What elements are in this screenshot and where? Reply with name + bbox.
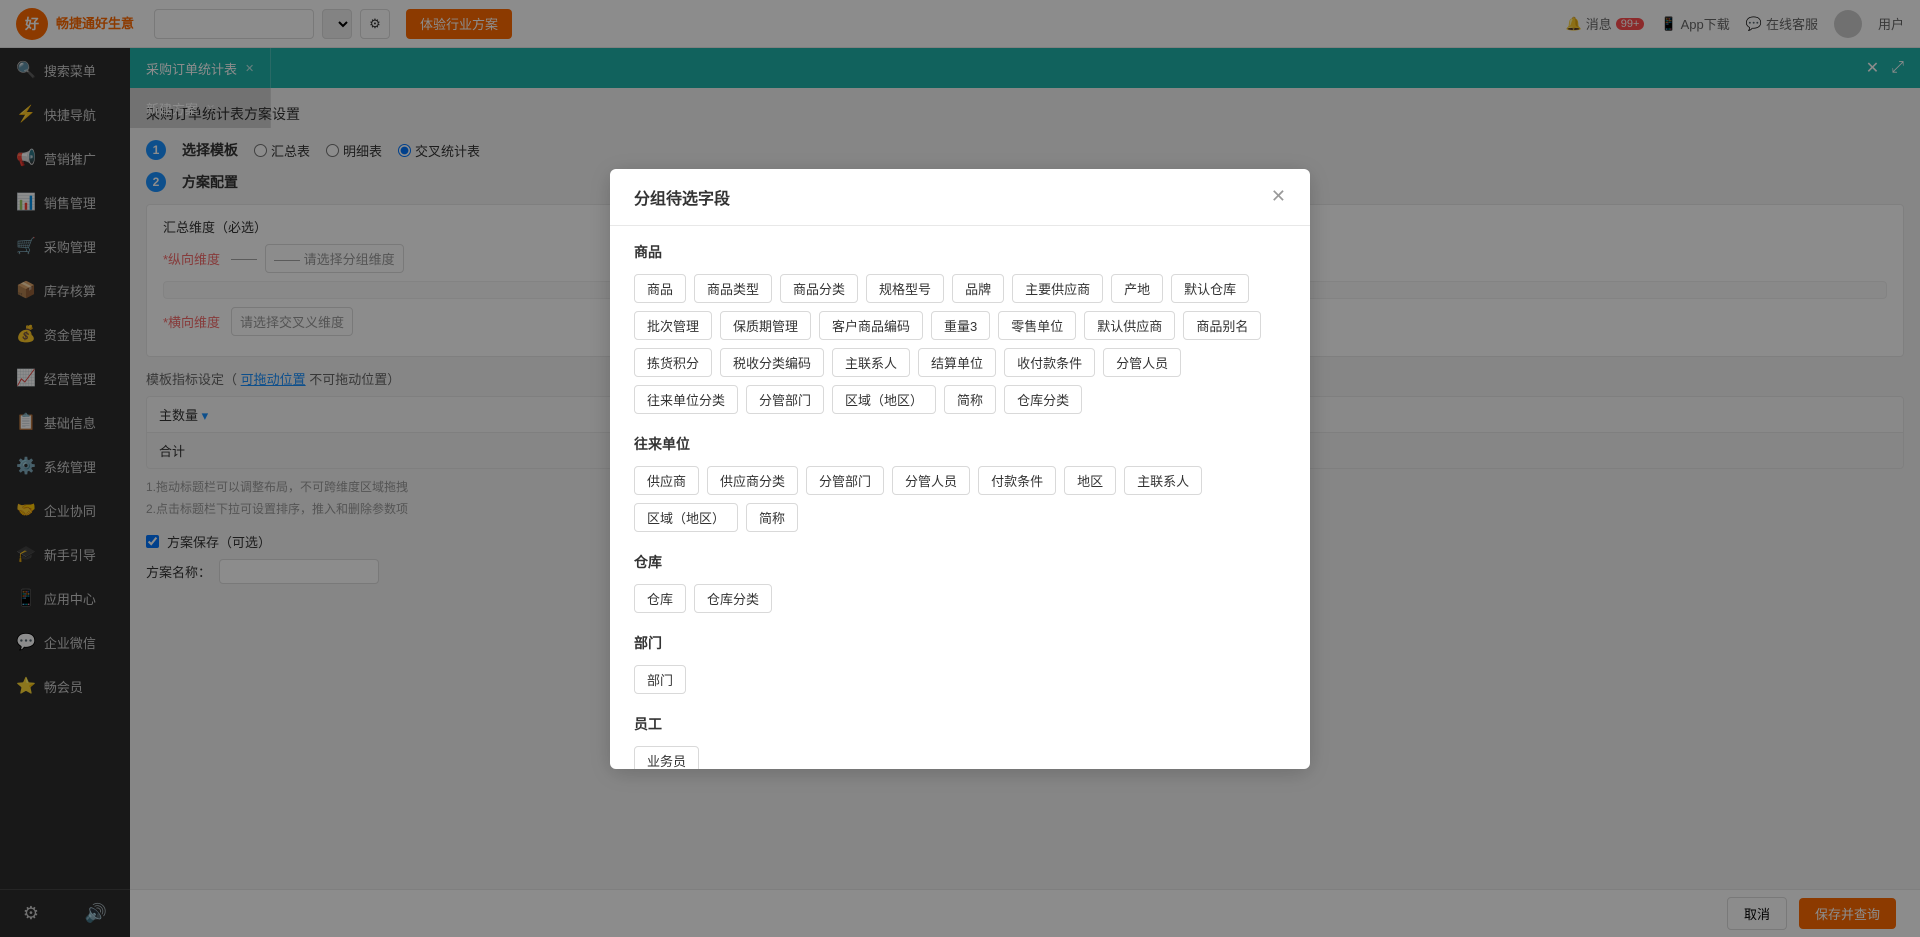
field-tag[interactable]: 分管部门 (746, 385, 824, 414)
field-tag[interactable]: 主联系人 (1124, 466, 1202, 495)
field-tag[interactable]: 部门 (634, 665, 686, 694)
field-tag[interactable]: 收付款条件 (1004, 348, 1095, 377)
field-tag[interactable]: 税收分类编码 (720, 348, 824, 377)
field-tag[interactable]: 默认供应商 (1084, 311, 1175, 340)
field-tag[interactable]: 仓库分类 (694, 584, 772, 613)
group-title-商品: 商品 (634, 242, 1286, 262)
field-tag[interactable]: 分管人员 (1103, 348, 1181, 377)
field-tags-员工: 业务员 (634, 746, 1286, 769)
field-tag[interactable]: 批次管理 (634, 311, 712, 340)
field-tag[interactable]: 仓库 (634, 584, 686, 613)
field-tags-部门: 部门 (634, 665, 1286, 694)
field-group-商品: 商品商品商品类型商品分类规格型号品牌主要供应商产地默认仓库批次管理保质期管理客户… (634, 242, 1286, 414)
field-tag[interactable]: 往来单位分类 (634, 385, 738, 414)
field-tag[interactable]: 简称 (746, 503, 798, 532)
field-group-员工: 员工业务员 (634, 714, 1286, 769)
field-tag[interactable]: 仓库分类 (1004, 385, 1082, 414)
modal-overlay: 分组待选字段 ✕ 商品商品商品类型商品分类规格型号品牌主要供应商产地默认仓库批次… (0, 0, 1920, 937)
field-tags-往来单位: 供应商供应商分类分管部门分管人员付款条件地区主联系人区域（地区） 简称 (634, 466, 1286, 532)
field-tag[interactable]: 默认仓库 (1171, 274, 1249, 303)
group-title-仓库: 仓库 (634, 552, 1286, 572)
group-title-员工: 员工 (634, 714, 1286, 734)
field-tags-商品: 商品商品类型商品分类规格型号品牌主要供应商产地默认仓库批次管理保质期管理客户商品… (634, 274, 1286, 414)
field-tag[interactable]: 付款条件 (978, 466, 1056, 495)
field-tag[interactable]: 客户商品编码 (819, 311, 923, 340)
field-tag[interactable]: 商品类型 (694, 274, 772, 303)
field-tag[interactable]: 主联系人 (832, 348, 910, 377)
field-group-仓库: 仓库仓库仓库分类 (634, 552, 1286, 613)
modal-body[interactable]: 商品商品商品类型商品分类规格型号品牌主要供应商产地默认仓库批次管理保质期管理客户… (610, 226, 1310, 769)
field-tag[interactable]: 保质期管理 (720, 311, 811, 340)
field-tag[interactable]: 品牌 (952, 274, 1004, 303)
field-tag[interactable]: 业务员 (634, 746, 699, 769)
modal-dialog: 分组待选字段 ✕ 商品商品商品类型商品分类规格型号品牌主要供应商产地默认仓库批次… (610, 169, 1310, 769)
field-group-往来单位: 往来单位供应商供应商分类分管部门分管人员付款条件地区主联系人区域（地区） 简称 (634, 434, 1286, 532)
field-tag[interactable]: 分管人员 (892, 466, 970, 495)
field-tag[interactable]: 商品分类 (780, 274, 858, 303)
modal-close-button[interactable]: ✕ (1271, 186, 1286, 207)
field-group-部门: 部门部门 (634, 633, 1286, 694)
field-tag[interactable]: 商品别名 (1183, 311, 1261, 340)
modal-header: 分组待选字段 ✕ (610, 169, 1310, 226)
field-tag[interactable]: 零售单位 (998, 311, 1076, 340)
field-tag[interactable]: 拣货积分 (634, 348, 712, 377)
field-tag[interactable]: 产地 (1111, 274, 1163, 303)
group-title-部门: 部门 (634, 633, 1286, 653)
field-tag[interactable]: 重量3 (931, 311, 990, 340)
field-tag[interactable]: 简称 (944, 385, 996, 414)
field-tag[interactable]: 主要供应商 (1012, 274, 1103, 303)
field-tag[interactable]: 规格型号 (866, 274, 944, 303)
field-tags-仓库: 仓库仓库分类 (634, 584, 1286, 613)
field-tag[interactable]: 结算单位 (918, 348, 996, 377)
modal-title: 分组待选字段 (634, 185, 730, 209)
field-tag[interactable]: 商品 (634, 274, 686, 303)
group-title-往来单位: 往来单位 (634, 434, 1286, 454)
field-tag[interactable]: 区域（地区） (634, 503, 738, 532)
field-tag[interactable]: 供应商 (634, 466, 699, 495)
field-tag[interactable]: 地区 (1064, 466, 1116, 495)
field-tag[interactable]: 供应商分类 (707, 466, 798, 495)
field-tag[interactable]: 分管部门 (806, 466, 884, 495)
field-tag[interactable]: 区域（地区） (832, 385, 936, 414)
